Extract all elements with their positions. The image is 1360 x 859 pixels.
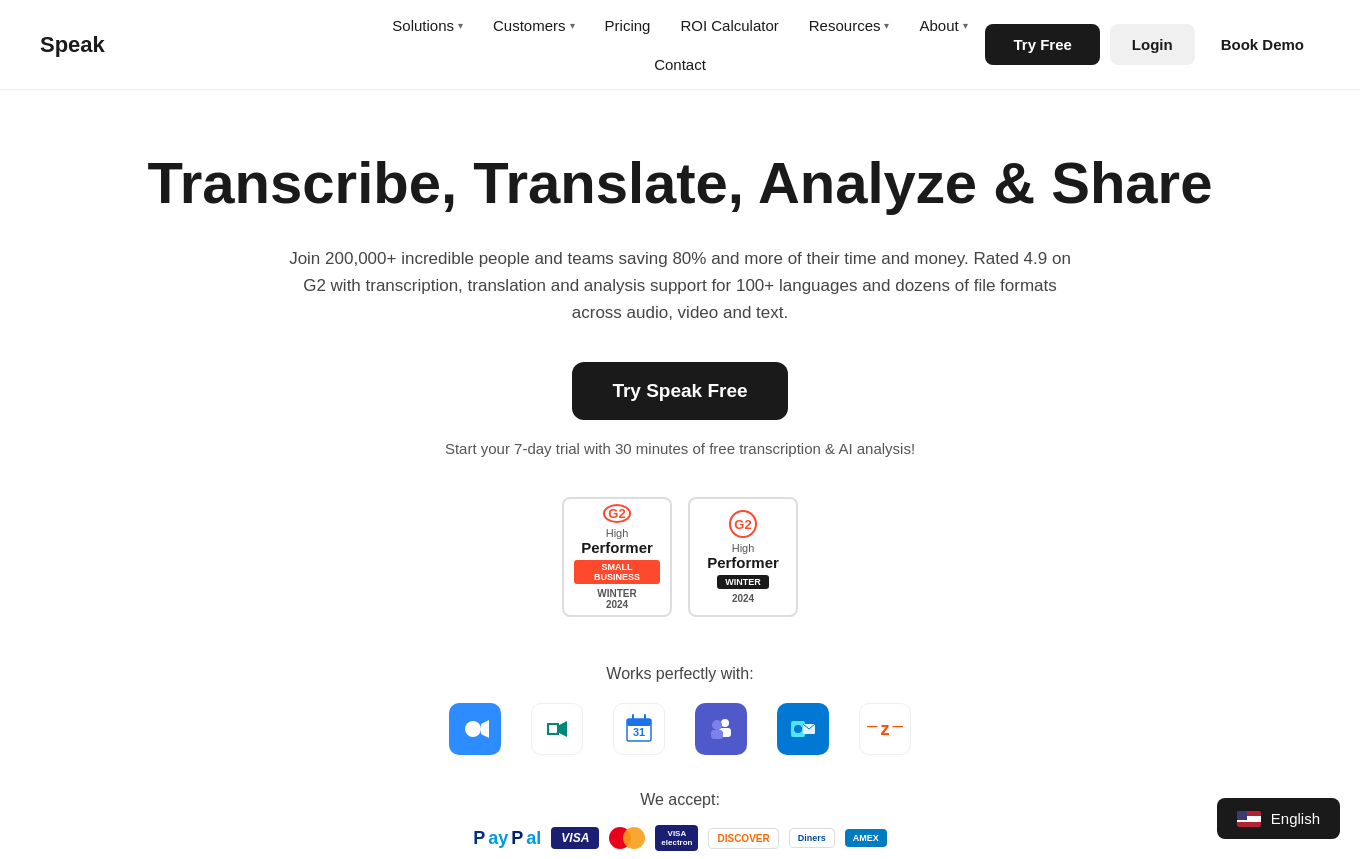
microsoft-teams-integration-icon xyxy=(695,703,747,755)
us-flag-icon xyxy=(1237,811,1261,827)
paypal-logo: PayPal xyxy=(473,828,541,849)
works-with-section: Works perfectly with: xyxy=(120,665,1240,755)
outlook-integration-icon xyxy=(777,703,829,755)
g2-badge-small-business: G2 High Performer Small Business WINTER … xyxy=(562,497,672,617)
nav-links: Solutions ▾ Customers ▾ Pricing ROI Calc… xyxy=(340,9,1020,81)
trial-text: Start your 7-day trial with 30 minutes o… xyxy=(120,440,1240,457)
language-label: English xyxy=(1271,810,1320,827)
g2-badge-overall: G2 High Performer WINTER 2024 xyxy=(688,497,798,617)
svg-rect-7 xyxy=(627,719,651,726)
nav-actions: Try Free Login Book Demo xyxy=(985,24,1320,65)
payment-section: We accept: PayPal VISA VISAelectron DISC… xyxy=(120,791,1240,851)
svg-text:31: 31 xyxy=(633,726,645,738)
google-calendar-integration-icon: 31 xyxy=(613,703,665,755)
svg-point-18 xyxy=(794,725,802,733)
svg-point-14 xyxy=(712,720,722,730)
book-demo-button[interactable]: Book Demo xyxy=(1205,24,1320,65)
svg-rect-15 xyxy=(711,730,723,739)
diners-logo: Diners xyxy=(789,828,835,848)
chevron-down-icon: ▾ xyxy=(458,20,463,31)
hero-subtitle: Join 200,000+ incredible people and team… xyxy=(280,245,1080,327)
svg-point-1 xyxy=(465,721,481,737)
amex-logo: AMEX xyxy=(845,829,887,847)
chevron-down-icon: ▾ xyxy=(884,20,889,31)
nav-resources[interactable]: Resources ▾ xyxy=(797,9,902,42)
mastercard-logo xyxy=(609,827,645,849)
we-accept-label: We accept: xyxy=(120,791,1240,809)
nav-logo[interactable]: Speak xyxy=(40,32,105,58)
nav-about[interactable]: About ▾ xyxy=(907,9,979,42)
svg-text:—: — xyxy=(893,720,904,732)
visa-electron-logo: VISAelectron xyxy=(655,825,698,851)
zapier-integration-icon: z — — xyxy=(859,703,911,755)
nav-customers[interactable]: Customers ▾ xyxy=(481,9,587,42)
visa-card-logo: VISA xyxy=(551,827,599,849)
svg-text:—: — xyxy=(867,720,878,732)
login-button[interactable]: Login xyxy=(1110,24,1195,65)
hero-section: Transcribe, Translate, Analyze & Share J… xyxy=(80,90,1280,859)
zoom-integration-icon xyxy=(449,703,501,755)
chevron-down-icon: ▾ xyxy=(963,20,968,31)
hero-cta-button[interactable]: Try Speak Free xyxy=(572,362,787,420)
nav-solutions[interactable]: Solutions ▾ xyxy=(380,9,475,42)
payment-logos: PayPal VISA VISAelectron DISCOVER Diners… xyxy=(120,825,1240,851)
discover-logo: DISCOVER xyxy=(708,828,778,849)
hero-title: Transcribe, Translate, Analyze & Share xyxy=(120,150,1240,217)
integrations-row: 31 xyxy=(120,703,1240,755)
navbar: Speak Solutions ▾ Customers ▾ Pricing RO… xyxy=(0,0,1360,90)
g2-logo-icon: G2 xyxy=(729,510,757,538)
nav-roi-calculator[interactable]: ROI Calculator xyxy=(668,9,790,42)
chevron-down-icon: ▾ xyxy=(570,20,575,31)
badges-row: G2 High Performer Small Business WINTER … xyxy=(120,497,1240,617)
google-meet-integration-icon xyxy=(531,703,583,755)
nav-contact[interactable]: Contact xyxy=(642,48,718,81)
g2-logo-icon: G2 xyxy=(603,504,631,523)
nav-pricing[interactable]: Pricing xyxy=(593,9,663,42)
works-with-label: Works perfectly with: xyxy=(120,665,1240,683)
language-selector[interactable]: English xyxy=(1217,798,1340,839)
svg-point-12 xyxy=(721,719,729,727)
svg-rect-4 xyxy=(549,725,557,733)
svg-text:z: z xyxy=(881,719,890,739)
